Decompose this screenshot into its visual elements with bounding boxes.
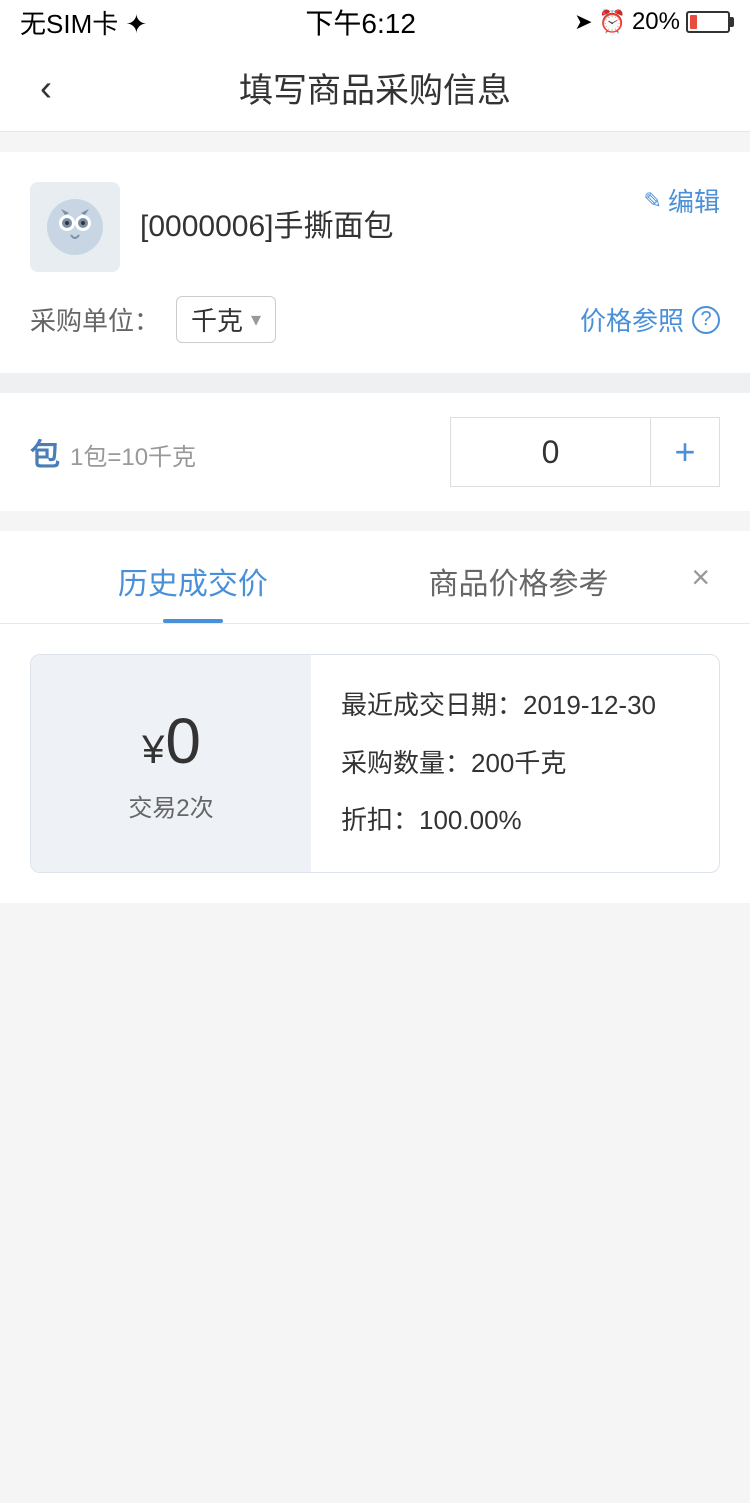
quantity-input[interactable]: 0 [450,417,650,487]
nav-bar: ‹ 填写商品采购信息 [0,44,750,132]
price-reference-button[interactable]: 价格参照 ? [580,301,720,338]
price-date-row: 最近成交日期：2019-12-30 [341,685,689,727]
price-cards-area: ¥0 交易2次 最近成交日期：2019-12-30 采购数量：200千克 折扣：… [0,624,750,903]
product-name: [0000006]手撕面包 [140,206,393,248]
product-header: [0000006]手撕面包 ✎ 编辑 [30,182,720,272]
quantity-unit: 包 [30,430,60,474]
purchase-qty-value: 200千克 [471,748,566,778]
status-carrier: 无SIM卡 ✦ [20,4,147,41]
status-indicators: ➤ ⏰ 20% [574,8,730,36]
quantity-label: 包 1包=10千克 [30,430,196,474]
product-logo-icon [45,197,105,257]
quantity-input-row: 0 + [450,417,720,487]
date-value: 2019-12-30 [523,690,656,720]
status-bar: 无SIM卡 ✦ 下午6:12 ➤ ⏰ 20% [0,0,750,44]
product-info-left: [0000006]手撕面包 [30,182,393,272]
tab-close-button[interactable]: × [681,549,720,606]
date-label: 最近成交日期： [341,690,523,720]
discount-label: 折扣： [341,805,419,835]
tabs-row: 历史成交价 商品价格参考 × [0,531,750,623]
tab-product-price[interactable]: 商品价格参考 [356,531,682,623]
purchase-qty-label: 采购数量： [341,748,471,778]
product-thumbnail [30,182,120,272]
tab-active-indicator [163,619,223,623]
quantity-conversion: 1包=10千克 [70,437,196,472]
price-quantity-row: 采购数量：200千克 [341,743,689,785]
product-card: [0000006]手撕面包 ✎ 编辑 采购单位： 千克 ▾ 价格参照 ? [0,152,750,373]
yen-symbol: ¥ [142,728,163,772]
edit-button[interactable]: ✎ 编辑 [644,182,720,219]
dropdown-arrow-icon: ▾ [251,307,261,332]
status-time: 下午6:12 [305,2,416,42]
page-title: 填写商品采购信息 [239,63,511,112]
price-card-left: ¥0 交易2次 [31,655,311,872]
carrier-text: 无SIM卡 ✦ [20,4,147,41]
page-background [0,903,750,1503]
price-card: ¥0 交易2次 最近成交日期：2019-12-30 采购数量：200千克 折扣：… [30,654,720,873]
tab-history-price[interactable]: 历史成交价 [30,531,356,623]
tabs-container: 历史成交价 商品价格参考 × [0,531,750,624]
unit-selector[interactable]: 千克 ▾ [176,296,276,343]
help-icon: ? [692,306,720,334]
unit-label: 采购单位： [30,301,160,338]
price-value: 0 [165,705,200,777]
alarm-icon: ⏰ [599,9,626,35]
battery-icon [686,11,730,33]
quantity-plus-button[interactable]: + [650,417,720,487]
section-divider [0,373,750,393]
plus-icon: + [674,431,695,473]
back-button[interactable]: ‹ [30,57,62,119]
quantity-row: 包 1包=10千克 0 + [0,393,750,511]
price-amount: ¥0 [142,704,200,778]
battery-percent: 20% [632,8,680,36]
edit-icon: ✎ [644,188,662,214]
price-transactions: 交易2次 [128,788,213,823]
unit-row: 采购单位： 千克 ▾ [30,296,276,343]
price-card-right: 最近成交日期：2019-12-30 采购数量：200千克 折扣：100.00% [311,655,719,872]
price-discount-row: 折扣：100.00% [341,800,689,842]
location-icon: ➤ [574,9,592,35]
close-icon: × [691,559,710,595]
discount-value: 100.00% [419,805,522,835]
product-bottom: 采购单位： 千克 ▾ 价格参照 ? [30,296,720,343]
